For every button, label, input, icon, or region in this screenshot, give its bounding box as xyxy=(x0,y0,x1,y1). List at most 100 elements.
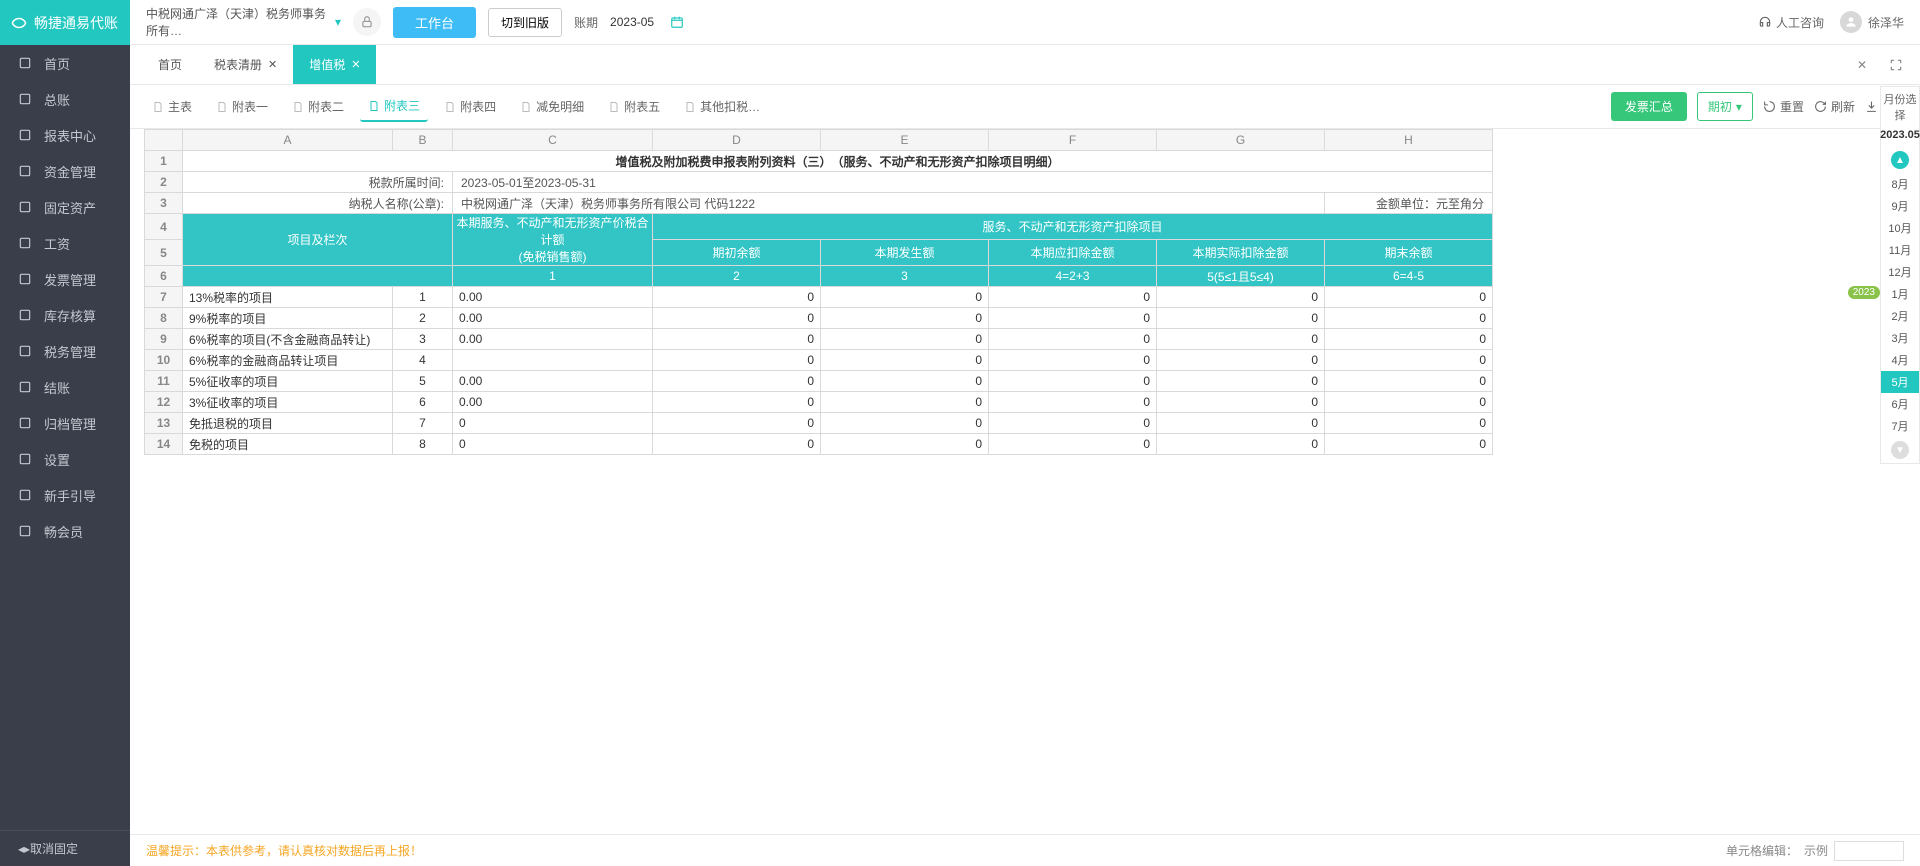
nav-salary[interactable]: 工资 xyxy=(0,225,130,261)
nav-stock[interactable]: 库存核算 xyxy=(0,297,130,333)
nav-member[interactable]: 畅会员 xyxy=(0,513,130,549)
company-selector[interactable]: 中税网通广泽（天津）税务师事务所有… ▾ xyxy=(146,5,341,39)
avatar-icon xyxy=(1840,11,1862,33)
nav-home[interactable]: 首页 xyxy=(0,45,130,81)
month-option[interactable]: 4月 xyxy=(1881,349,1919,371)
headset-icon xyxy=(1758,15,1772,29)
close-icon[interactable]: ✕ xyxy=(268,58,277,71)
month-panel-year: 2023.05 xyxy=(1880,127,1920,147)
archive-icon xyxy=(18,416,34,430)
nav-chart[interactable]: 报表中心 xyxy=(0,117,130,153)
nav-settings[interactable]: 设置 xyxy=(0,441,130,477)
month-option[interactable]: 11月 xyxy=(1881,239,1919,261)
fullscreen-icon[interactable] xyxy=(1884,53,1908,77)
month-option[interactable]: 5月 xyxy=(1881,371,1919,393)
subtab-减免明细[interactable]: 减免明细 xyxy=(512,91,592,122)
download-icon xyxy=(1865,100,1878,113)
home-icon xyxy=(18,56,34,70)
chart-icon xyxy=(18,128,34,142)
month-option[interactable]: 3月 xyxy=(1881,327,1919,349)
col-header: D xyxy=(653,130,821,151)
month-option[interactable]: 12月 xyxy=(1881,261,1919,283)
col-header: A xyxy=(183,130,393,151)
cell-edit-label: 单元格编辑： xyxy=(1726,842,1798,859)
month-option[interactable]: 7月 xyxy=(1881,415,1919,437)
month-option[interactable]: 6月 xyxy=(1881,393,1919,415)
document-icon xyxy=(520,101,532,113)
spreadsheet[interactable]: ABCDEFGH1增值税及附加税费申报表附列资料（三） （服务、不动产和无形资产… xyxy=(130,129,1920,834)
sidebar-unpin[interactable]: ◂▸ 取消固定 xyxy=(0,830,130,866)
subtab-附表一[interactable]: 附表一 xyxy=(208,91,276,122)
nav-ledger[interactable]: 总账 xyxy=(0,81,130,117)
subtab-附表二[interactable]: 附表二 xyxy=(284,91,352,122)
nav-asset[interactable]: 固定资产 xyxy=(0,189,130,225)
subtab-附表四[interactable]: 附表四 xyxy=(436,91,504,122)
asset-icon xyxy=(18,200,34,214)
guide-icon xyxy=(18,488,34,502)
close-all-icon[interactable]: ✕ xyxy=(1850,53,1874,77)
nav-archive[interactable]: 归档管理 xyxy=(0,405,130,441)
ledger-icon xyxy=(18,92,34,106)
month-option[interactable]: 2月 xyxy=(1881,305,1919,327)
month-option[interactable]: 8月 xyxy=(1881,173,1919,195)
pagetab-税表清册[interactable]: 税表清册✕ xyxy=(198,45,293,84)
nav: 首页总账报表中心资金管理固定资产工资发票管理库存核算税务管理结账归档管理设置新手… xyxy=(0,45,130,830)
page-tabs: 首页税表清册✕增值税✕ ✕ xyxy=(130,45,1920,85)
document-icon xyxy=(608,101,620,113)
month-next-button[interactable]: ▼ xyxy=(1891,441,1909,459)
table-row[interactable]: 96%税率的项目(不含金融商品转让)30.0000000 xyxy=(145,329,1493,350)
period-begin-button[interactable]: 期初 ▾ xyxy=(1697,92,1753,121)
table-row[interactable]: 14免税的项目8000000 xyxy=(145,434,1493,455)
invoice-summary-button[interactable]: 发票汇总 xyxy=(1611,92,1687,121)
table-row[interactable]: 106%税率的金融商品转让项目400000 xyxy=(145,350,1493,371)
nav-close-period[interactable]: 结账 xyxy=(0,369,130,405)
table-row[interactable]: 115%征收率的项目50.0000000 xyxy=(145,371,1493,392)
document-icon xyxy=(292,101,304,113)
sidebar: 畅捷通易代账 首页总账报表中心资金管理固定资产工资发票管理库存核算税务管理结账归… xyxy=(0,0,130,866)
tax-icon xyxy=(18,344,34,358)
sub-tabs: 主表附表一附表二附表三附表四减免明细附表五其他扣税… 发票汇总 期初 ▾ 重置 … xyxy=(130,85,1920,129)
lock-button[interactable] xyxy=(353,8,381,36)
document-icon xyxy=(216,101,228,113)
nav-invoice[interactable]: 发票管理 xyxy=(0,261,130,297)
nav-tax[interactable]: 税务管理 xyxy=(0,333,130,369)
col-header: G xyxy=(1157,130,1325,151)
calendar-icon[interactable] xyxy=(670,15,684,29)
table-row[interactable]: 89%税率的项目20.0000000 xyxy=(145,308,1493,329)
table-row[interactable]: 123%征收率的项目60.0000000 xyxy=(145,392,1493,413)
nav-guide[interactable]: 新手引导 xyxy=(0,477,130,513)
unpin-icon: ◂▸ xyxy=(18,842,30,856)
month-option[interactable]: 9月 xyxy=(1881,195,1919,217)
consult-link[interactable]: 人工咨询 xyxy=(1758,14,1824,31)
close-icon[interactable]: ✕ xyxy=(351,58,360,71)
pagetab-增值税[interactable]: 增值税✕ xyxy=(293,45,376,84)
month-option[interactable]: 10月 xyxy=(1881,217,1919,239)
reset-link[interactable]: 重置 xyxy=(1763,98,1804,115)
table-row[interactable]: 713%税率的项目10.0000000 xyxy=(145,287,1493,308)
workspace-button[interactable]: 工作台 xyxy=(393,7,476,38)
period-value: 2023-05 xyxy=(610,15,654,29)
subtab-主表[interactable]: 主表 xyxy=(144,91,200,122)
switch-old-button[interactable]: 切到旧版 xyxy=(488,8,562,37)
col-header: H xyxy=(1325,130,1493,151)
refresh-link[interactable]: 刷新 xyxy=(1814,98,1855,115)
month-prev-button[interactable]: ▲ xyxy=(1891,151,1909,169)
subtab-附表三[interactable]: 附表三 xyxy=(360,91,428,122)
col-header: F xyxy=(989,130,1157,151)
document-icon xyxy=(444,101,456,113)
subtab-附表五[interactable]: 附表五 xyxy=(600,91,668,122)
sheet-title: 增值税及附加税费申报表附列资料（三） （服务、不动产和无形资产扣除项目明细） xyxy=(183,151,1493,172)
document-icon xyxy=(368,100,380,112)
cell-edit-input[interactable] xyxy=(1834,841,1904,861)
invoice-icon xyxy=(18,272,34,286)
month-option[interactable]: 1月 xyxy=(1881,283,1919,305)
chevron-down-icon: ▾ xyxy=(335,15,341,29)
corner-cell xyxy=(145,130,183,151)
table-row[interactable]: 13免抵退税的项目7000000 xyxy=(145,413,1493,434)
pagetab-首页[interactable]: 首页 xyxy=(142,45,198,84)
subtab-其他扣税…[interactable]: 其他扣税… xyxy=(676,91,768,122)
wallet-icon xyxy=(18,164,34,178)
settings-icon xyxy=(18,452,34,466)
nav-wallet[interactable]: 资金管理 xyxy=(0,153,130,189)
user-menu[interactable]: 徐泽华 xyxy=(1840,11,1904,33)
